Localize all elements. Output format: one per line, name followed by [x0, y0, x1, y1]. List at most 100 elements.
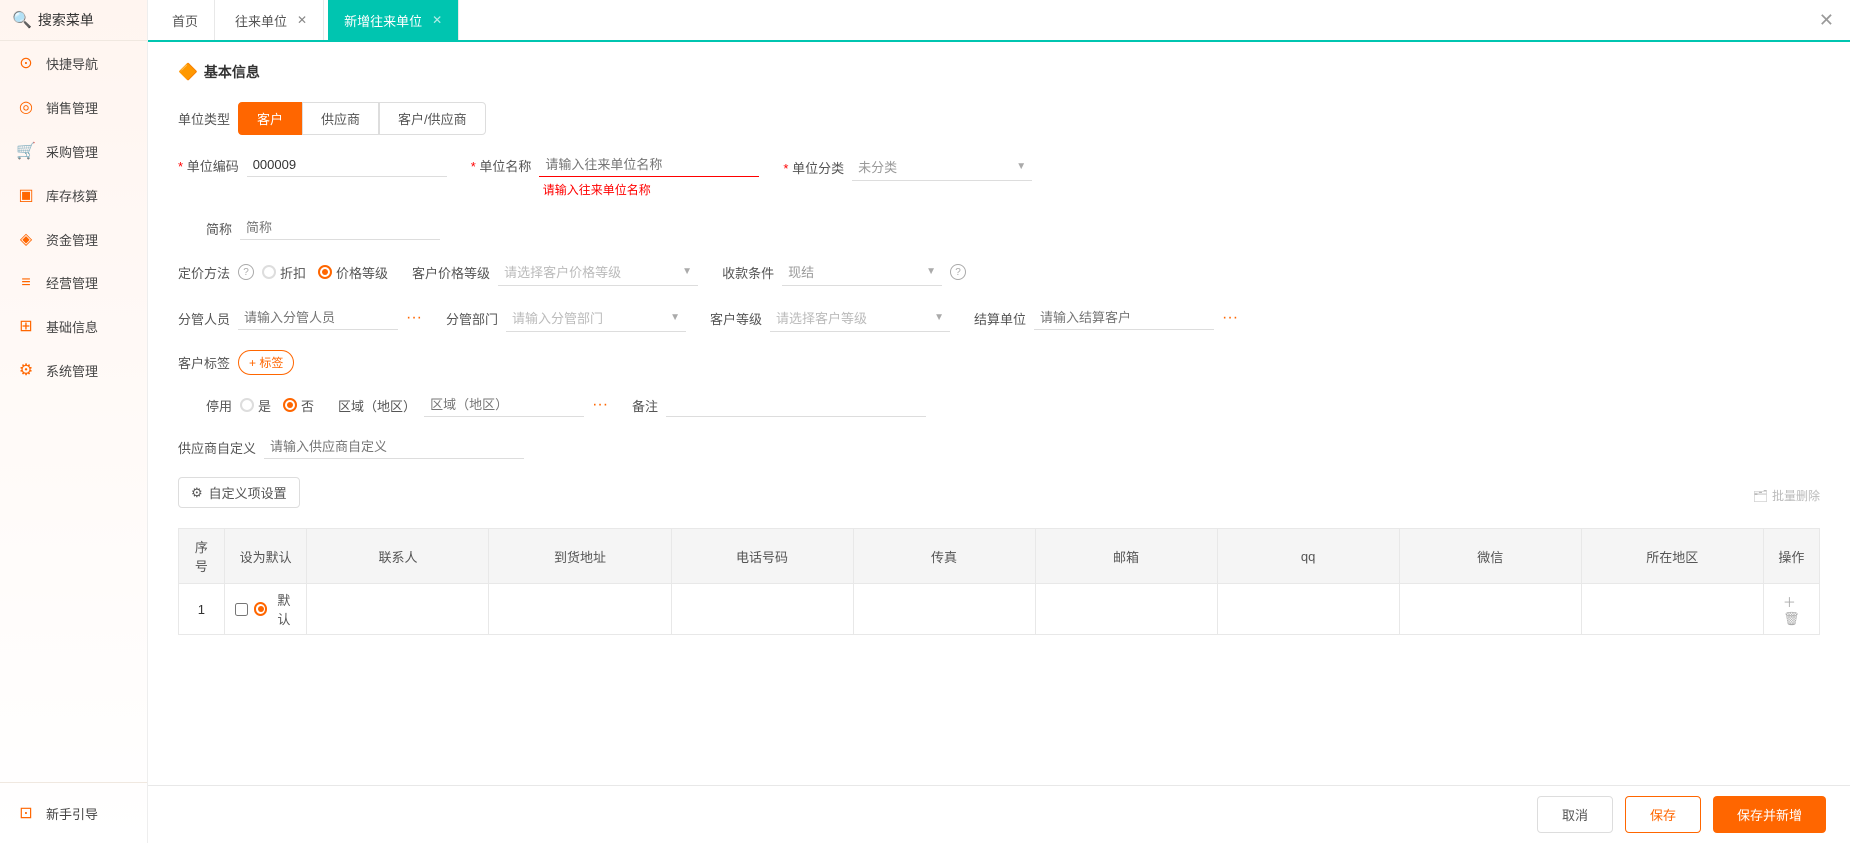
type-btn-both[interactable]: 客户/供应商: [379, 102, 486, 135]
sidebar-item-guide[interactable]: ⊡ 新手引导: [0, 791, 147, 835]
region-table-input[interactable]: [1592, 602, 1753, 617]
sidebar-item-finance[interactable]: ◈ 资金管理: [0, 217, 147, 261]
tab-partners[interactable]: 往来单位 ✕: [219, 0, 324, 40]
chevron-down-icon3: ▼: [926, 266, 936, 277]
cell-address[interactable]: [489, 584, 671, 635]
tab-new-partner-close[interactable]: ✕: [432, 13, 442, 27]
cell-email[interactable]: [1035, 584, 1217, 635]
sidebar-item-basic[interactable]: ⊞ 基础信息: [0, 304, 147, 348]
contact-input[interactable]: [317, 602, 478, 617]
chevron-down-icon4: ▼: [670, 312, 680, 323]
customer-level-label: 客户等级: [710, 309, 762, 328]
price-level-radio[interactable]: 价格等级: [318, 263, 388, 282]
sidebar-item-operation[interactable]: ≡ 经营管理: [0, 261, 147, 304]
cancel-button[interactable]: 取消: [1537, 796, 1613, 833]
batch-delete-button[interactable]: 🗂 批量删除: [1753, 487, 1820, 504]
sidebar-item-quick-nav[interactable]: ⊙ 快捷导航: [0, 41, 147, 85]
save-button[interactable]: 保存: [1625, 796, 1701, 833]
type-btn-customer[interactable]: 客户: [238, 102, 302, 135]
batch-delete-icon: 🗂: [1753, 489, 1768, 503]
sidebar-item-system[interactable]: ⚙ 系统管理: [0, 348, 147, 392]
disable-yes-radio[interactable]: 是: [240, 396, 271, 415]
unit-code-label: * 单位编码: [178, 156, 239, 175]
sidebar-item-label: 基础信息: [46, 317, 98, 336]
unit-type-label: 单位类型: [178, 109, 230, 128]
customer-price-select[interactable]: 请选择客户价格等级 ▼: [498, 258, 698, 286]
row-checkbox[interactable]: [235, 603, 248, 616]
type-btn-supplier[interactable]: 供应商: [302, 102, 379, 135]
region-label: 区域（地区）: [338, 396, 416, 415]
footer-bar: 取消 保存 保存并新增: [148, 785, 1850, 843]
settlement-input[interactable]: [1034, 306, 1214, 330]
custom-settings-label: 自定义项设置: [209, 483, 287, 502]
add-tag-button[interactable]: + 标签: [238, 350, 294, 375]
settlement-field: 结算单位 ···: [974, 306, 1238, 330]
payment-terms-select[interactable]: 现结 ▼: [782, 258, 942, 286]
settlement-label: 结算单位: [974, 309, 1026, 328]
department-select[interactable]: 请输入分管部门 ▼: [506, 304, 686, 332]
cell-region[interactable]: [1581, 584, 1763, 635]
short-name-input[interactable]: [240, 216, 440, 240]
manager-row: 分管人员 ··· 分管部门 请输入分管部门 ▼ 客户等级 请选择客户等级 ▼ 结…: [178, 304, 1820, 332]
wechat-input[interactable]: [1410, 602, 1571, 617]
unit-name-error: 请输入往来单位名称: [543, 181, 651, 198]
supplier-custom-input[interactable]: [264, 435, 524, 459]
cell-phone[interactable]: [671, 584, 853, 635]
phone-input[interactable]: [682, 602, 843, 617]
settlement-dots-btn[interactable]: ···: [1222, 309, 1238, 327]
unit-code-input[interactable]: [247, 153, 447, 177]
unit-code-field: * 单位编码: [178, 153, 447, 177]
unit-category-select[interactable]: 未分类 ▼: [852, 153, 1032, 181]
email-input[interactable]: [1046, 602, 1207, 617]
address-input[interactable]: [499, 602, 660, 617]
cell-qq[interactable]: [1217, 584, 1399, 635]
cell-seq: 1: [179, 584, 225, 635]
cell-contact[interactable]: [307, 584, 489, 635]
type-button-group: 客户 供应商 客户/供应商: [238, 102, 486, 135]
sidebar-item-label: 库存核算: [46, 186, 98, 205]
customer-level-field: 客户等级 请选择客户等级 ▼: [710, 304, 950, 332]
discount-radio[interactable]: 折扣: [262, 263, 306, 282]
add-row-btn[interactable]: ＋: [1783, 595, 1796, 610]
search-menu-item[interactable]: 🔍 搜索菜单: [0, 0, 147, 41]
save-new-button[interactable]: 保存并新增: [1713, 796, 1826, 833]
form-content: 🔶 基本信息 单位类型 客户 供应商 客户/供应商 * 单位编码: [148, 42, 1850, 843]
cell-wechat[interactable]: [1399, 584, 1581, 635]
supplier-custom-label: 供应商自定义: [178, 438, 256, 457]
payment-help-icon[interactable]: ?: [950, 264, 966, 280]
pricing-help-icon[interactable]: ?: [238, 264, 254, 280]
qq-input[interactable]: [1228, 602, 1389, 617]
custom-settings-button[interactable]: ⚙ 自定义项设置: [178, 477, 300, 508]
manager-dots-btn[interactable]: ···: [406, 309, 422, 327]
cell-fax[interactable]: [853, 584, 1035, 635]
disable-no-radio[interactable]: 否: [283, 396, 314, 415]
remark-field: 备注: [632, 393, 926, 417]
disable-label: 停用: [206, 396, 232, 415]
region-dots-btn[interactable]: ···: [592, 396, 608, 414]
sidebar-item-inventory[interactable]: ▣ 库存核算: [0, 173, 147, 217]
tab-new-partner[interactable]: 新增往来单位 ✕: [328, 0, 459, 40]
remark-label: 备注: [632, 396, 658, 415]
col-default: 设为默认: [224, 529, 307, 584]
sidebar-item-purchase[interactable]: 🛒 采购管理: [0, 129, 147, 173]
customer-level-select[interactable]: 请选择客户等级 ▼: [770, 304, 950, 332]
region-input[interactable]: [424, 393, 584, 417]
col-seq: 序号: [179, 529, 225, 584]
sidebar-item-sales[interactable]: ◎ 销售管理: [0, 85, 147, 129]
close-all-button[interactable]: ✕: [1811, 10, 1842, 31]
delete-row-btn[interactable]: 🗑: [1783, 611, 1800, 626]
manager-input[interactable]: [238, 306, 398, 330]
tab-bar: 首页 往来单位 ✕ 新增往来单位 ✕ ✕: [148, 0, 1850, 42]
tab-home[interactable]: 首页: [156, 0, 215, 40]
fax-input[interactable]: [864, 602, 1025, 617]
unit-name-input[interactable]: [539, 153, 759, 177]
remark-input[interactable]: [666, 393, 926, 417]
short-name-label: 简称: [206, 219, 232, 238]
col-address: 到货地址: [489, 529, 671, 584]
sidebar-item-label: 采购管理: [46, 142, 98, 161]
cell-default: 默认: [224, 584, 307, 635]
customer-tag-field: 客户标签 + 标签: [178, 350, 294, 375]
default-radio-label[interactable]: 默认: [254, 590, 297, 628]
tab-partners-close[interactable]: ✕: [297, 13, 307, 27]
main-area: 首页 往来单位 ✕ 新增往来单位 ✕ ✕ 🔶 基本信息 单位类型 客户 供应商 …: [148, 0, 1850, 843]
